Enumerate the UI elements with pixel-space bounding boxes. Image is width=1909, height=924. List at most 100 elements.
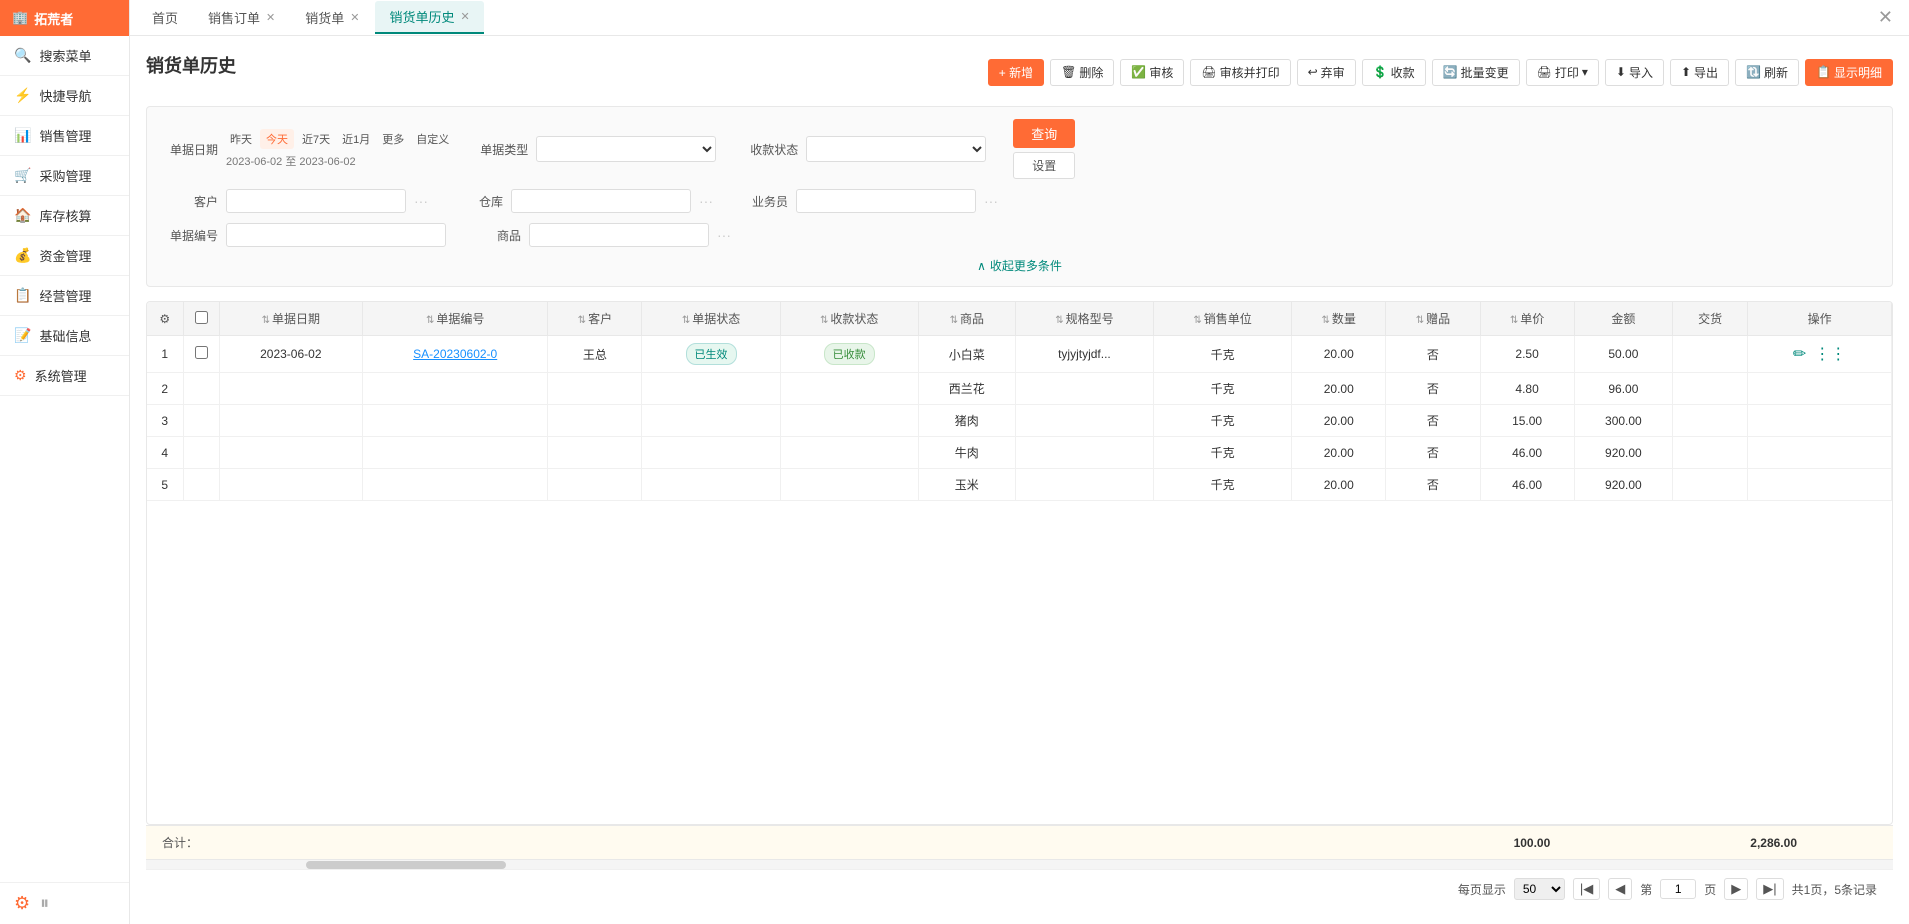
th-operation: 操作: [1748, 302, 1892, 336]
salesperson-filter-input[interactable]: [796, 189, 976, 213]
sidebar-item-label: 资金管理: [39, 246, 91, 265]
row-delivery: [1673, 469, 1748, 501]
filter-group-customer: 客户 ···: [163, 189, 428, 213]
row-price: 4.80: [1480, 373, 1574, 405]
sidebar-item-inventory[interactable]: 🏠 库存核算: [0, 196, 129, 236]
row-amount: 50.00: [1574, 336, 1672, 373]
query-button[interactable]: 查询: [1013, 119, 1075, 148]
row-unit: 千克: [1154, 437, 1292, 469]
warehouse-filter-label: 仓库: [448, 193, 503, 210]
sidebar-item-purchase-mgmt[interactable]: 🛒 采购管理: [0, 156, 129, 196]
collapse-filter-btn[interactable]: ∧ 收起更多条件: [163, 257, 1876, 274]
abandon-button[interactable]: ↩ 弃审: [1297, 59, 1356, 86]
print-button[interactable]: 🖨 打印 ▾: [1526, 59, 1599, 86]
date-7days-btn[interactable]: 近7天: [298, 129, 334, 149]
per-page-label: 每页显示: [1458, 881, 1506, 898]
date-1month-btn[interactable]: 近1月: [338, 129, 374, 149]
search-menu-icon: 🔍: [14, 47, 31, 64]
date-more-btn[interactable]: 更多: [378, 129, 408, 149]
last-page-btn[interactable]: ▶|: [1756, 878, 1783, 900]
sidebar-item-search-menu[interactable]: 🔍 搜索菜单: [0, 36, 129, 76]
tab-home[interactable]: 首页: [138, 2, 192, 33]
export-icon: ⬆: [1681, 65, 1691, 79]
row-checkbox[interactable]: [195, 346, 208, 359]
more-op-btn[interactable]: ⋮⋮: [1814, 346, 1846, 363]
select-all-checkbox[interactable]: [195, 311, 208, 324]
sidebar: 🏢 拓荒者 🔍 搜索菜单 ⚡ 快捷导航 📊 销售管理 🛒 采购管理 🏠 库存核算…: [0, 0, 130, 924]
export-button[interactable]: ⬆ 导出: [1670, 59, 1729, 86]
show-detail-button[interactable]: 📋 显示明细: [1805, 59, 1893, 86]
order-no-filter-input[interactable]: [226, 223, 446, 247]
sidebar-item-basic-info[interactable]: 📝 基础信息: [0, 316, 129, 356]
row-gift: 否: [1386, 469, 1480, 501]
sidebar-item-capital-mgmt[interactable]: 💰 资金管理: [0, 236, 129, 276]
goods-filter-input[interactable]: [529, 223, 709, 247]
th-delivery: 交货: [1673, 302, 1748, 336]
row-unit: 千克: [1154, 405, 1292, 437]
warehouse-more-btn[interactable]: ···: [699, 193, 713, 209]
row-price: 46.00: [1480, 437, 1574, 469]
tab-sales-history[interactable]: 销货单历史 ✕: [375, 1, 483, 34]
close-tab-sales-goods-icon[interactable]: ✕: [350, 11, 359, 24]
row-spec: tyjyjtyjdf...: [1015, 336, 1153, 373]
collect-button[interactable]: 💲 收款: [1362, 59, 1426, 86]
row-unit: 千克: [1154, 469, 1292, 501]
prev-page-btn[interactable]: ◀: [1608, 878, 1632, 900]
row-delivery: [1673, 437, 1748, 469]
per-page-select[interactable]: 50 20 100: [1514, 878, 1565, 900]
collapse-up-icon: ∧: [977, 259, 986, 273]
first-page-btn[interactable]: |◀: [1573, 878, 1600, 900]
tab-sales-order[interactable]: 销售订单 ✕: [194, 2, 289, 33]
tab-bar-close-all[interactable]: ✕: [1870, 7, 1901, 28]
settings-button[interactable]: 设置: [1013, 152, 1075, 179]
review-print-button[interactable]: 🖨 审核并打印: [1190, 59, 1290, 86]
row-no: 1: [147, 336, 183, 373]
sidebar-item-sys-mgmt[interactable]: ⚙ 系统管理: [0, 356, 129, 396]
date-today-btn[interactable]: 今天: [260, 129, 294, 149]
close-tab-sales-history-icon[interactable]: ✕: [461, 10, 470, 23]
salesperson-more-btn[interactable]: ···: [984, 193, 998, 209]
scrollbar-thumb[interactable]: [306, 861, 506, 869]
row-order-no: [363, 437, 548, 469]
row-doc-status: [642, 405, 780, 437]
delete-button[interactable]: 🗑 删除: [1050, 59, 1114, 86]
inventory-icon: 🏠: [14, 207, 31, 224]
edit-op-btn[interactable]: ✏: [1793, 346, 1806, 363]
close-tab-sales-order-icon[interactable]: ✕: [266, 11, 275, 24]
row-date: [219, 405, 363, 437]
customer-filter-input[interactable]: [226, 189, 406, 213]
date-yesterday-btn[interactable]: 昨天: [226, 129, 256, 149]
row-operation[interactable]: ✏ ⋮⋮: [1748, 336, 1892, 373]
tab-sales-goods[interactable]: 销货单 ✕: [291, 2, 373, 33]
order-no-link[interactable]: SA-20230602-0: [413, 347, 497, 361]
sidebar-item-ops-mgmt[interactable]: 📋 经营管理: [0, 276, 129, 316]
pay-status-filter-select[interactable]: [806, 136, 986, 162]
customer-more-btn[interactable]: ···: [414, 193, 428, 209]
warehouse-filter-input[interactable]: [511, 189, 691, 213]
page-number-input[interactable]: [1660, 879, 1696, 899]
row-price: 46.00: [1480, 469, 1574, 501]
gear-icon[interactable]: ⚙: [159, 312, 170, 326]
type-filter-select[interactable]: [536, 136, 716, 162]
sidebar-header: 🏢 拓荒者: [0, 0, 129, 36]
export-label: 导出: [1694, 64, 1718, 81]
goods-more-btn[interactable]: ···: [717, 227, 731, 243]
th-customer: ⇅客户: [548, 302, 642, 336]
horizontal-scrollbar[interactable]: [146, 859, 1893, 869]
refresh-button[interactable]: 🔃 刷新: [1735, 59, 1799, 86]
review-button[interactable]: ✅ 审核: [1120, 59, 1184, 86]
sidebar-item-quick-nav[interactable]: ⚡ 快捷导航: [0, 76, 129, 116]
table-row: 5玉米千克20.00否46.00920.00: [147, 469, 1892, 501]
import-button[interactable]: ⬇ 导入: [1605, 59, 1664, 86]
new-button[interactable]: + 新增: [988, 59, 1044, 86]
order-no-filter-label: 单据编号: [163, 227, 218, 244]
next-page-btn[interactable]: ▶: [1724, 878, 1748, 900]
type-filter-label: 单据类型: [473, 141, 528, 158]
show-detail-label: 显示明细: [1834, 64, 1882, 81]
print-label: 打印: [1555, 64, 1579, 81]
batch-change-button[interactable]: 🔄 批量变更: [1432, 59, 1520, 86]
row-operation: [1748, 437, 1892, 469]
sidebar-item-sales-mgmt[interactable]: 📊 销售管理: [0, 116, 129, 156]
row-check[interactable]: [183, 336, 219, 373]
date-custom-btn[interactable]: 自定义: [412, 129, 453, 149]
